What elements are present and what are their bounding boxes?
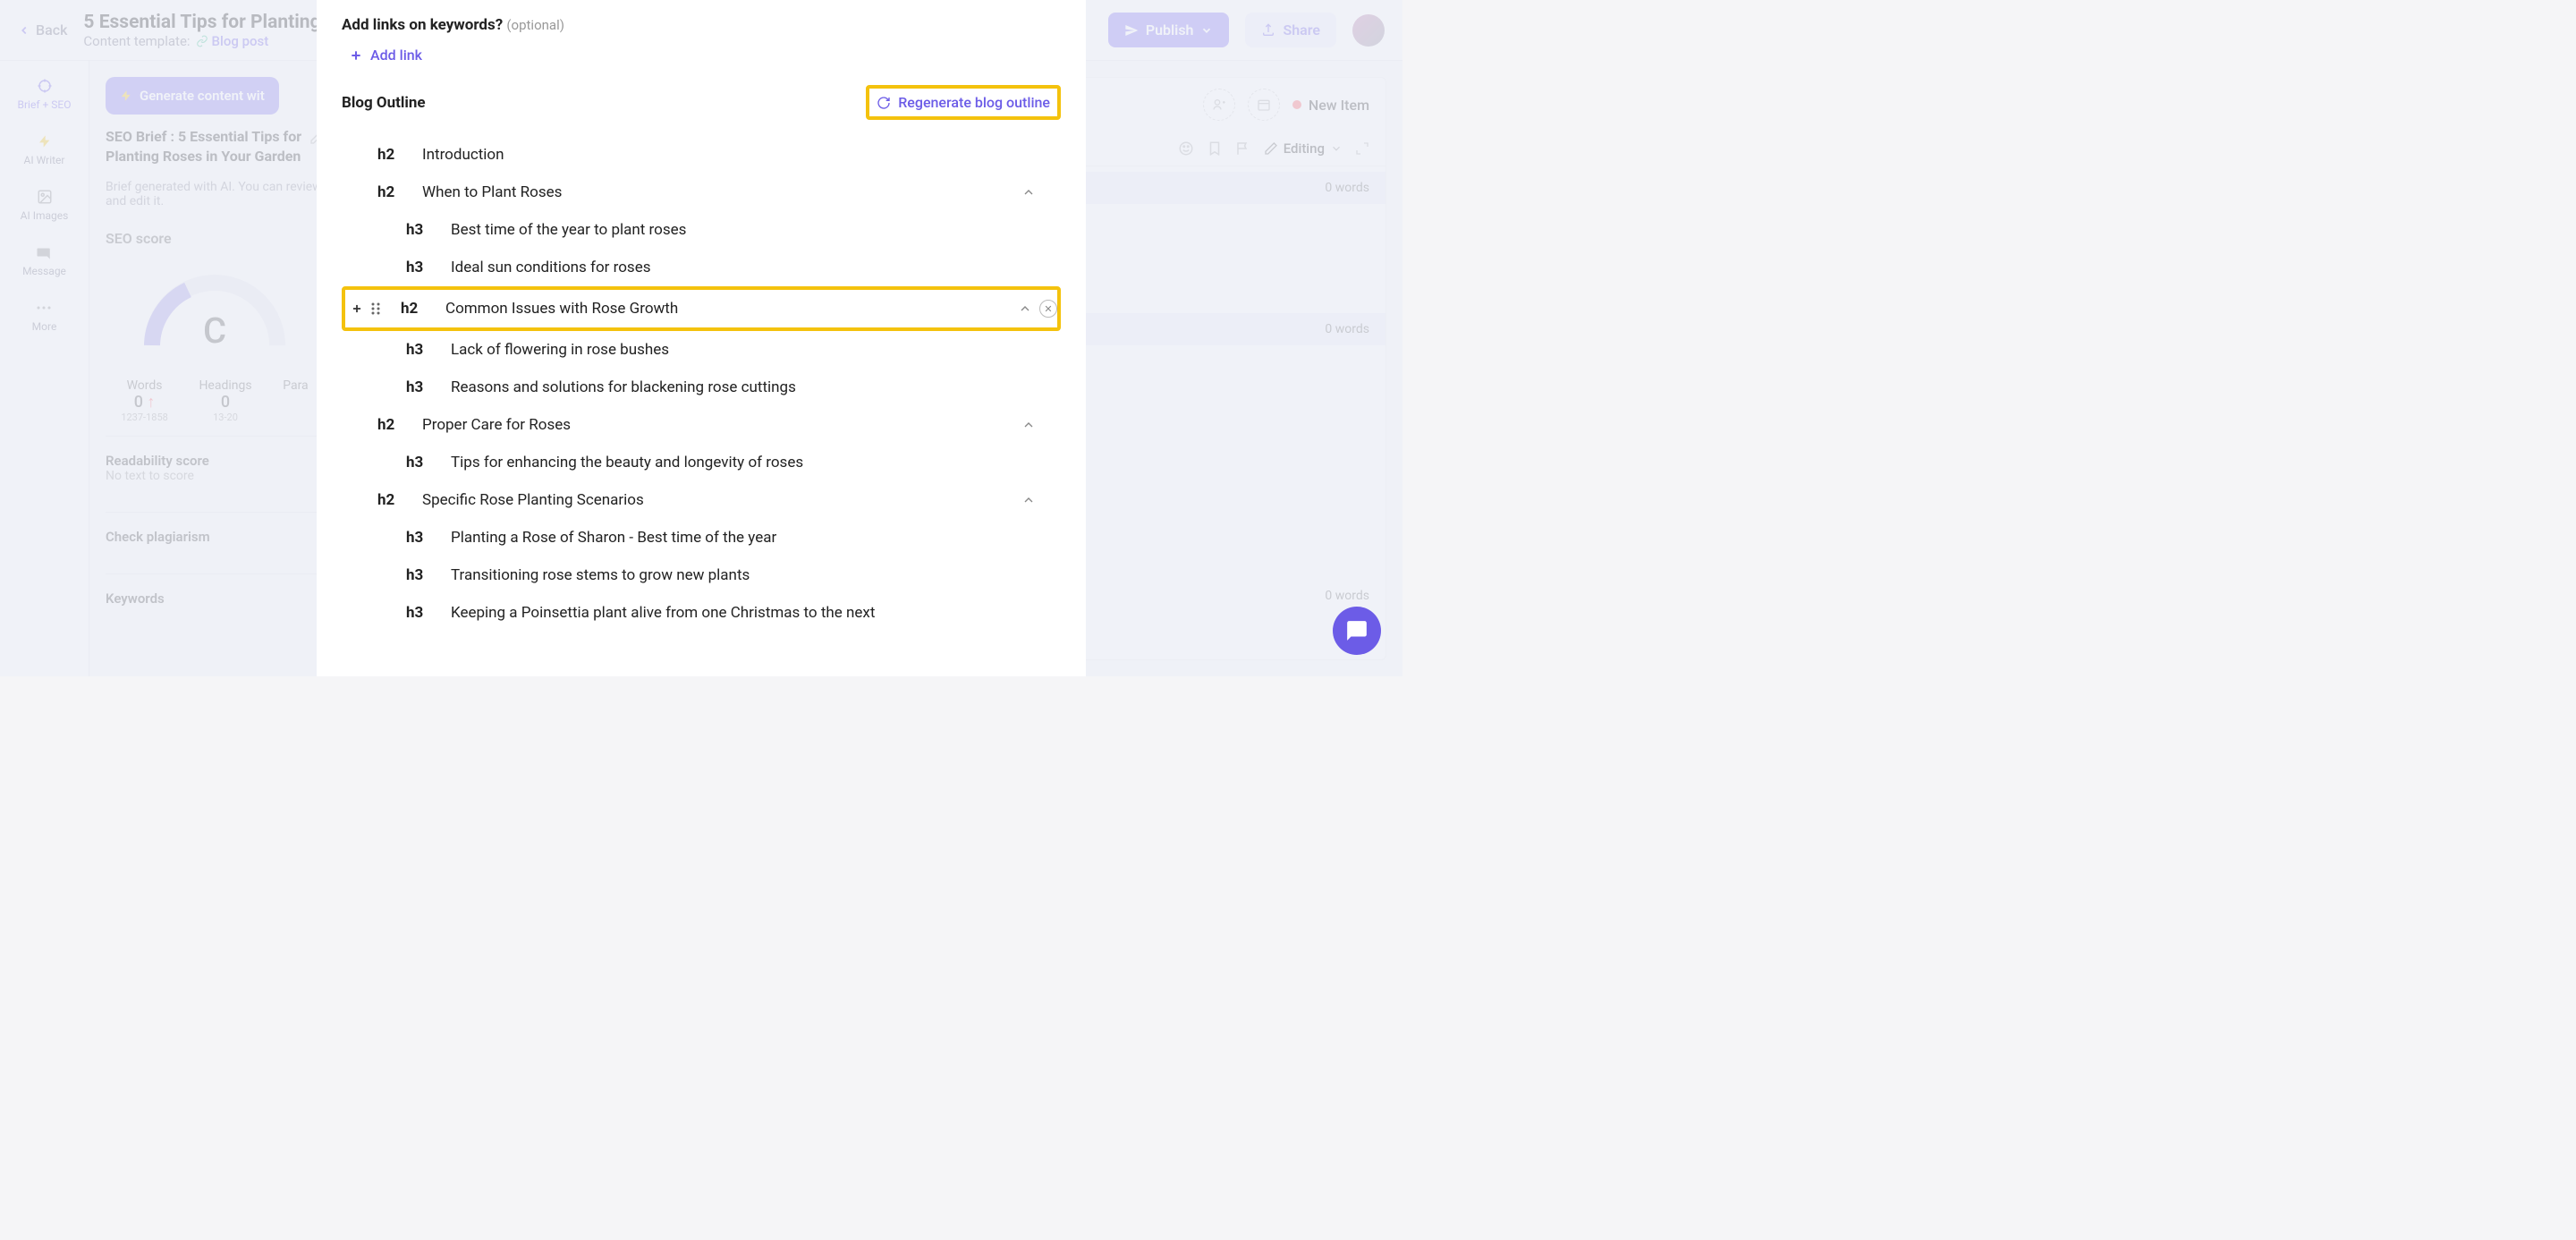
heading-tag: h2 (377, 146, 402, 164)
outline-text: Transitioning rose stems to grow new pla… (451, 566, 750, 584)
outline-item[interactable]: h3 Transitioning rose stems to grow new p… (342, 556, 1061, 594)
outline-item[interactable]: h3 Tips for enhancing the beauty and long… (342, 444, 1061, 481)
modal-overlay: Add links on keywords? (optional) Add li… (0, 0, 1402, 676)
heading-tag: h3 (406, 529, 431, 547)
refresh-icon (877, 96, 891, 110)
outline-text: Reasons and solutions for blackening ros… (451, 378, 796, 396)
heading-tag: h2 (401, 300, 426, 318)
outline-list: h2 Introduction h2 When to Plant Roses h3 Bes… (342, 136, 1061, 632)
outline-item[interactable]: h3 Best time of the year to plant roses (342, 211, 1061, 249)
outline-text: When to Plant Roses (422, 183, 562, 201)
outline-item[interactable]: h3 Ideal sun conditions for roses (342, 249, 1061, 286)
outline-item[interactable]: h2 Specific Rose Planting Scenarios (342, 481, 1061, 519)
chevron-up-icon[interactable] (1021, 493, 1036, 507)
blog-outline-title: Blog Outline (342, 94, 426, 112)
heading-tag: h3 (406, 604, 431, 622)
chevron-up-icon[interactable] (1021, 418, 1036, 432)
drag-handle-icon[interactable] (370, 302, 381, 316)
heading-tag: h2 (377, 416, 402, 434)
heading-tag: h2 (377, 491, 402, 509)
plus-icon (349, 48, 363, 63)
outline-item[interactable]: h2 Introduction (342, 136, 1061, 174)
outline-text: Lack of flowering in rose bushes (451, 341, 669, 359)
remove-item-button[interactable]: ✕ (1039, 300, 1057, 318)
heading-tag: h3 (406, 566, 431, 584)
outline-item[interactable]: h3 Reasons and solutions for blackening r… (342, 369, 1061, 406)
chat-icon (1345, 619, 1368, 642)
heading-tag: h2 (377, 183, 402, 201)
outline-item[interactable]: h2 Common Issues with Rose Growth ✕ (342, 286, 1061, 331)
outline-text: Tips for enhancing the beauty and longev… (451, 454, 803, 471)
heading-tag: h3 (406, 341, 431, 359)
outline-text: Planting a Rose of Sharon - Best time of… (451, 529, 776, 547)
outline-text: Specific Rose Planting Scenarios (422, 491, 644, 509)
outline-item[interactable]: h3 Planting a Rose of Sharon - Best time … (342, 519, 1061, 556)
outline-modal: Add links on keywords? (optional) Add li… (317, 0, 1086, 676)
outline-text: Proper Care for Roses (422, 416, 571, 434)
outline-text: Keeping a Poinsettia plant alive from on… (451, 604, 875, 622)
heading-tag: h3 (406, 259, 431, 276)
chevron-up-icon[interactable] (1021, 185, 1036, 200)
outline-text: Ideal sun conditions for roses (451, 259, 650, 276)
outline-item[interactable]: h2 When to Plant Roses (342, 174, 1061, 211)
heading-tag: h3 (406, 378, 431, 396)
outline-text: Best time of the year to plant roses (451, 221, 686, 239)
heading-tag: h3 (406, 221, 431, 239)
regenerate-outline-button[interactable]: Regenerate blog outline (866, 85, 1061, 120)
add-link-button[interactable]: Add link (349, 47, 1061, 64)
outline-text: Introduction (422, 146, 504, 164)
chat-bubble-button[interactable] (1333, 607, 1381, 655)
chevron-up-icon[interactable] (1018, 302, 1032, 316)
outline-item[interactable]: h3 Lack of flowering in rose bushes (342, 331, 1061, 369)
heading-tag: h3 (406, 454, 431, 471)
outline-text: Common Issues with Rose Growth (445, 300, 678, 318)
plus-icon[interactable] (351, 302, 363, 315)
outline-item[interactable]: h3 Keeping a Poinsettia plant alive from … (342, 594, 1061, 632)
outline-section-head: Blog Outline Regenerate blog outline (342, 85, 1061, 120)
add-links-heading: Add links on keywords? (optional) (342, 16, 1061, 34)
outline-item[interactable]: h2 Proper Care for Roses (342, 406, 1061, 444)
